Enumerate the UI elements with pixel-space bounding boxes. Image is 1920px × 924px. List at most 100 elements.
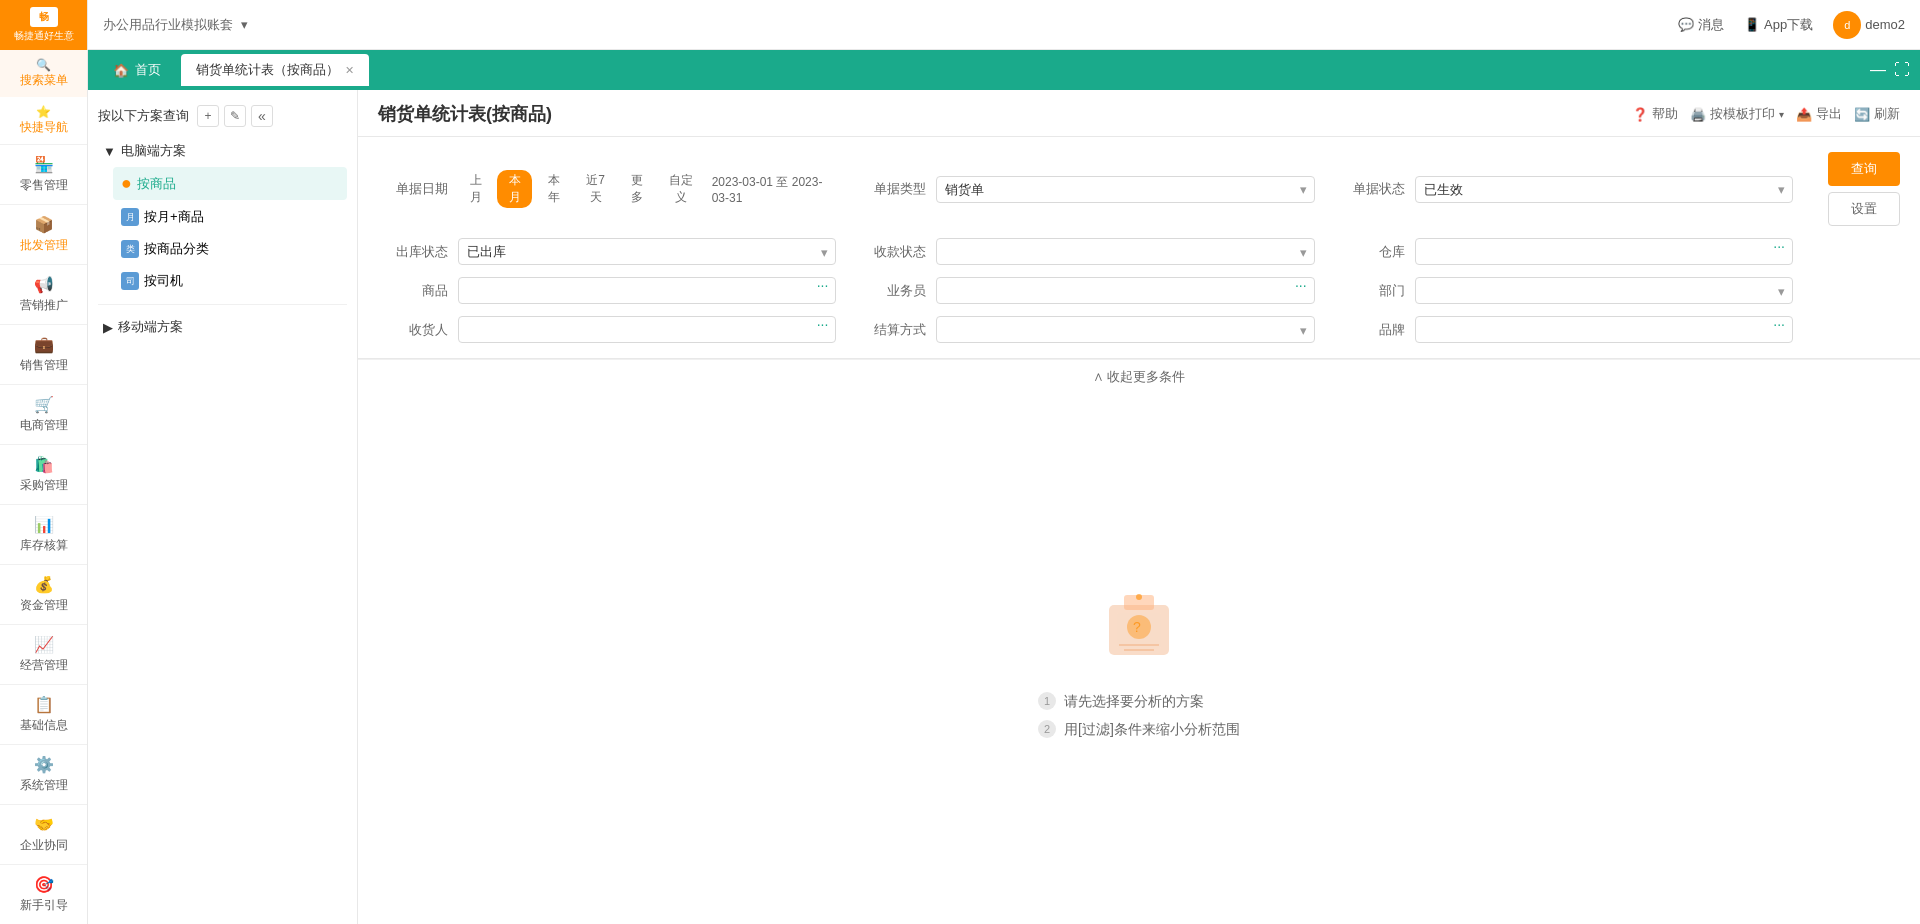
page-content: 按以下方案查询 + ✎ « ▼ 电脑端方案 ● 按商品 <box>88 90 1920 924</box>
brand-input[interactable] <box>1415 316 1793 343</box>
brand-dots[interactable]: ··· <box>1773 316 1785 332</box>
empty-illustration: ? <box>1089 575 1189 675</box>
sidebar-item-inventory[interactable]: 📊 库存核算 <box>0 505 87 565</box>
outstatus-select[interactable]: 已出库 <box>458 238 836 265</box>
product-input[interactable] <box>458 277 836 304</box>
sidebar-item-retail[interactable]: 🏪 零售管理 <box>0 145 87 205</box>
sidebar-item-enterprise[interactable]: 🤝 企业协同 <box>0 805 87 865</box>
collapse-more-btn[interactable]: ∧ 收起更多条件 <box>358 359 1920 394</box>
date-btn-custom[interactable]: 自定义 <box>659 170 704 208</box>
warehouse-input[interactable] <box>1415 238 1793 265</box>
sidebar-item-wholesale[interactable]: 📦 批发管理 <box>0 205 87 265</box>
docstatus-select[interactable]: 已生效 <box>1415 176 1793 203</box>
message-btn[interactable]: 💬 消息 <box>1678 16 1724 34</box>
sidebar-item-search[interactable]: 🔍 搜索菜单 <box>0 50 87 97</box>
active-dot-icon: ● <box>121 173 132 194</box>
empty-state: ? 1 请先选择要分析的方案 2 用[过滤]条件来缩小分析范围 <box>358 394 1920 924</box>
topbar: 办公用品行业模拟账套 ▾ 💬 消息 📱 App下载 d demo2 <box>88 0 1920 50</box>
date-btn-last-7days[interactable]: 近7天 <box>575 170 615 208</box>
tab-close-icon[interactable]: ✕ <box>345 64 354 77</box>
product-dots[interactable]: ··· <box>817 277 829 293</box>
tip-num-2: 2 <box>1038 720 1056 738</box>
left-panel: 按以下方案查询 + ✎ « ▼ 电脑端方案 ● 按商品 <box>88 90 358 924</box>
phone-icon: 📱 <box>1744 17 1760 32</box>
sidebar-item-quick-nav[interactable]: ⭐ 快捷导航 <box>0 97 87 145</box>
brand-input-wrapper: ··· <box>1415 316 1793 343</box>
filter-outstatus-col: 出库状态 已出库 <box>378 238 856 265</box>
consignee-input[interactable] <box>458 316 836 343</box>
sidebar-item-basic[interactable]: 📋 基础信息 <box>0 685 87 745</box>
sidebar-item-marketing[interactable]: 📢 营销推广 <box>0 265 87 325</box>
filter-settle-col: 结算方式 <box>856 316 1334 343</box>
sidebar-item-ecommerce[interactable]: 🛒 电商管理 <box>0 385 87 445</box>
date-btn-more[interactable]: 更多 <box>620 170 655 208</box>
filter-paymentstatus-col: 收款状态 <box>856 238 1334 265</box>
sidebar-item-finance[interactable]: 💰 资金管理 <box>0 565 87 625</box>
settle-label: 结算方式 <box>856 321 936 339</box>
section-divider <box>98 304 347 305</box>
ecommerce-icon: 🛒 <box>34 395 54 414</box>
date-btn-current-year[interactable]: 本年 <box>536 170 571 208</box>
svg-point-5 <box>1136 594 1142 600</box>
doctype-select[interactable]: 销货单 <box>936 176 1314 203</box>
empty-tip-2: 2 用[过滤]条件来缩小分析范围 <box>1038 715 1240 743</box>
inventory-icon: 📊 <box>34 515 54 534</box>
paymentstatus-select-wrapper <box>936 238 1314 265</box>
sidebar-item-purchase[interactable]: 🛍️ 采购管理 <box>0 445 87 505</box>
add-scheme-btn[interactable]: + <box>197 105 219 127</box>
tab-maximize-icon[interactable]: ⛶ <box>1894 61 1910 79</box>
logo-text: 畅捷通好生意 <box>14 29 74 43</box>
operation-icon: 📈 <box>34 635 54 654</box>
page-title: 销货单统计表(按商品) <box>378 102 552 126</box>
warehouse-dots[interactable]: ··· <box>1773 238 1785 254</box>
breadcrumb-arrow-icon[interactable]: ▾ <box>241 17 248 32</box>
refresh-btn[interactable]: 🔄 刷新 <box>1854 105 1900 123</box>
sidebar-item-sales[interactable]: 💼 销售管理 <box>0 325 87 385</box>
right-content: 销货单统计表(按商品) ❓ 帮助 🖨️ 按模板打印 ▾ 📤 导出 <box>358 90 1920 924</box>
app-download-btn[interactable]: 📱 App下载 <box>1744 16 1813 34</box>
wholesale-icon: 📦 <box>34 215 54 234</box>
desktop-section-header[interactable]: ▼ 电脑端方案 <box>98 137 347 165</box>
page-header: 销货单统计表(按商品) ❓ 帮助 🖨️ 按模板打印 ▾ 📤 导出 <box>358 90 1920 137</box>
filter-dept-col: 部门 <box>1335 277 1813 304</box>
docstatus-select-wrapper: 已生效 <box>1415 176 1793 203</box>
main-area: 办公用品行业模拟账套 ▾ 💬 消息 📱 App下载 d demo2 🏠 首页 销… <box>88 0 1920 924</box>
tab-minimize-icon[interactable]: — <box>1870 61 1886 79</box>
help-btn[interactable]: ❓ 帮助 <box>1632 105 1678 123</box>
edit-scheme-btn[interactable]: ✎ <box>224 105 246 127</box>
refresh-icon: 🔄 <box>1854 107 1870 122</box>
template-print-btn[interactable]: 🖨️ 按模板打印 ▾ <box>1690 105 1784 123</box>
tab-home[interactable]: 🏠 首页 <box>98 54 176 86</box>
date-btn-current-month[interactable]: 本月 <box>497 170 532 208</box>
sidebar-item-newbie[interactable]: 🎯 新手引导 <box>0 865 87 924</box>
logo-icon: 畅 <box>30 7 58 27</box>
date-btn-last-month[interactable]: 上月 <box>458 170 493 208</box>
sidebar-item-system[interactable]: ⚙️ 系统管理 <box>0 745 87 805</box>
query-btn[interactable]: 查询 <box>1828 152 1900 186</box>
dept-select[interactable] <box>1415 277 1793 304</box>
mobile-section-header[interactable]: ▶ 移动端方案 <box>98 313 347 341</box>
staff-dots[interactable]: ··· <box>1295 277 1307 293</box>
filter-row-2: 出库状态 已出库 收款状态 <box>378 238 1900 265</box>
finance-icon: 💰 <box>34 575 54 594</box>
consignee-dots[interactable]: ··· <box>817 316 829 332</box>
sales-icon: 💼 <box>34 335 54 354</box>
paymentstatus-select[interactable] <box>936 238 1314 265</box>
search-icon: 🔍 <box>5 58 82 72</box>
user-menu[interactable]: d demo2 <box>1833 11 1905 39</box>
scheme-by-category[interactable]: 类 按商品分类 <box>113 234 347 264</box>
settle-select[interactable] <box>936 316 1314 343</box>
export-btn[interactable]: 📤 导出 <box>1796 105 1842 123</box>
date-label: 单据日期 <box>378 180 458 198</box>
filter-area: 单据日期 上月 本月 本年 近7天 更多 自定义 2023-03-01 至 20… <box>358 137 1920 359</box>
scheme-by-product[interactable]: ● 按商品 <box>113 167 347 200</box>
scheme-by-cashier[interactable]: 司 按司机 <box>113 266 347 296</box>
collapse-panel-btn[interactable]: « <box>251 105 273 127</box>
settings-btn[interactable]: 设置 <box>1828 192 1900 226</box>
scheme-by-month-product[interactable]: 月 按月+商品 <box>113 202 347 232</box>
sidebar: 畅 畅捷通好生意 🔍 搜索菜单 ⭐ 快捷导航 🏪 零售管理 📦 批发管理 📢 营… <box>0 0 88 924</box>
filter-date-area: 上月 本月 本年 近7天 更多 自定义 2023-03-01 至 2023-03… <box>458 170 836 208</box>
tab-sales-stat[interactable]: 销货单统计表（按商品） ✕ <box>181 54 369 86</box>
staff-input[interactable] <box>936 277 1314 304</box>
sidebar-item-operation[interactable]: 📈 经营管理 <box>0 625 87 685</box>
